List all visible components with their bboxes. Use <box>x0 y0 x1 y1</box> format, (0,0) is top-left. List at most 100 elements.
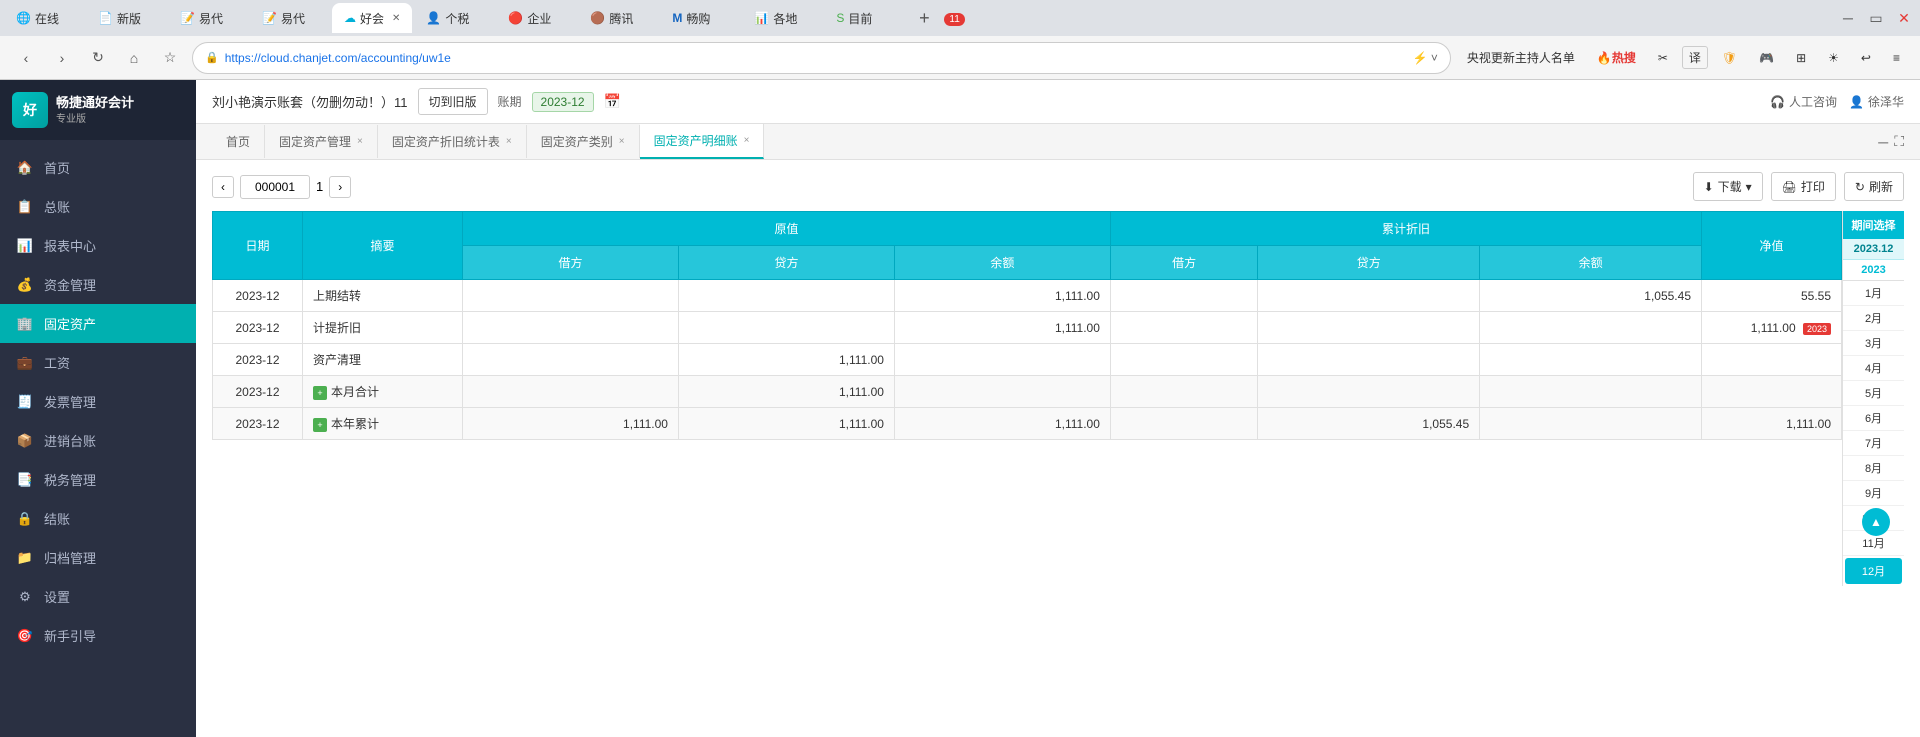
cell-net-value <box>1702 376 1842 408</box>
period-month-9[interactable]: 9月 <box>1843 481 1904 506</box>
dropdown-icon: ▾ <box>1746 180 1752 194</box>
sidebar-item-inventory[interactable]: 📦 进销台账 <box>0 421 196 460</box>
forward-button[interactable]: › <box>48 44 76 72</box>
tab-favicon: 📝 <box>180 11 195 25</box>
period-month-7[interactable]: 7月 <box>1843 431 1904 456</box>
browser-tab-muqian[interactable]: S 目前 <box>824 3 904 33</box>
tab-label: 易代 <box>199 10 223 27</box>
cell-summary: +本月合计 <box>303 376 463 408</box>
tab-close-icon[interactable]: × <box>357 136 363 147</box>
period-active-year[interactable]: 2023.12 <box>1843 239 1904 260</box>
year-badge: 2023 <box>1803 323 1831 335</box>
browser-tab-yidai1[interactable]: 📝 易代 <box>168 3 248 33</box>
sidebar-item-tax[interactable]: 📑 税务管理 <box>0 460 196 499</box>
logo-text-area: 畅捷通好会计 专业版 <box>56 95 134 126</box>
period-month-8[interactable]: 8月 <box>1843 456 1904 481</box>
sidebar-item-ledger[interactable]: 📋 总账 <box>0 187 196 226</box>
period-month-12[interactable]: 12月 <box>1845 558 1902 584</box>
table-row-annual: 2023-12 +本年累计 1,111.00 1,111.00 1,111.00… <box>213 408 1842 440</box>
sidebar-item-settings[interactable]: ⚙ 设置 <box>0 577 196 616</box>
switch-version-button[interactable]: 切到旧版 <box>418 88 488 115</box>
period-month-4[interactable]: 4月 <box>1843 356 1904 381</box>
sidebar-item-closing[interactable]: 🔒 结账 <box>0 499 196 538</box>
user-button[interactable]: 👤 徐泽华 <box>1849 93 1904 110</box>
tab-close-icon[interactable]: ✕ <box>392 13 400 24</box>
menu-btn[interactable]: ≡ <box>1885 47 1908 69</box>
maximize-button[interactable]: ▭ <box>1864 6 1888 30</box>
shield-btn[interactable]: 🛡 <box>1714 47 1745 69</box>
scissors-icon[interactable]: ✂ <box>1650 47 1676 69</box>
tab-close-icon[interactable]: × <box>619 136 625 147</box>
tab-close-icon[interactable]: × <box>506 136 512 147</box>
closing-icon: 🔒 <box>16 510 34 528</box>
period-month-6[interactable]: 6月 <box>1843 406 1904 431</box>
tab-close-active-icon[interactable]: × <box>744 135 750 146</box>
sidebar-item-payroll[interactable]: 💼 工资 <box>0 343 196 382</box>
cell-orig-credit <box>678 312 894 344</box>
home-nav-button[interactable]: ⌂ <box>120 44 148 72</box>
nav-item-label: 总账 <box>44 197 70 216</box>
bookmark-button[interactable]: ☆ <box>156 44 184 72</box>
refresh-button[interactable]: ↻ 刷新 <box>1844 172 1904 201</box>
browser-tab-online[interactable]: 🌐 在线 <box>4 3 84 33</box>
browser-tab-chang[interactable]: M 畅购 <box>660 3 740 33</box>
tab-asset-detail[interactable]: 固定资产明细账 × <box>640 124 765 159</box>
browser-tab-new[interactable]: 📄 新版 <box>86 3 166 33</box>
grid-btn[interactable]: ⊞ <box>1788 47 1814 69</box>
tab-maximize-icon[interactable]: ⛶ <box>1894 133 1904 150</box>
browser-tab-enterprise[interactable]: 🔴 企业 <box>496 3 576 33</box>
translate-btn[interactable]: 译 <box>1682 46 1708 69</box>
cell-net-value <box>1702 344 1842 376</box>
company-name: 刘小艳演示账套（勿删勿动！）11 <box>212 92 408 111</box>
browser-tab-yidai2[interactable]: 📝 易代 <box>250 3 330 33</box>
browser-tab-tencent[interactable]: 🟤 腾讯 <box>578 3 658 33</box>
cell-acc-debit <box>1110 312 1257 344</box>
address-bar[interactable]: 🔒 https://cloud.chanjet.com/accounting/u… <box>192 42 1451 74</box>
topbar: 刘小艳演示账套（勿删勿动！）11 切到旧版 账期 2023-12 📅 🎧 人工咨… <box>196 80 1920 124</box>
sidebar: 好 畅捷通好会计 专业版 🏠 首页 📋 总账 📊 报表中心 💰 资金管理 <box>0 80 196 737</box>
sidebar-item-archive[interactable]: 📁 归档管理 <box>0 538 196 577</box>
cell-acc-credit <box>1258 344 1480 376</box>
tab-home[interactable]: 首页 <box>212 125 265 158</box>
page-number-input[interactable] <box>240 175 310 199</box>
nav-item-label: 首页 <box>44 158 70 177</box>
col-acc-balance: 余额 <box>1480 246 1702 280</box>
col-net-value: 净值 <box>1702 212 1842 280</box>
browser-tab-gedie[interactable]: 📊 各地 <box>742 3 822 33</box>
next-page-button[interactable]: › <box>329 176 351 198</box>
refresh-nav-button[interactable]: ↻ <box>84 44 112 72</box>
sidebar-item-fixed-assets[interactable]: 🏢 固定资产 <box>0 304 196 343</box>
period-month-3[interactable]: 3月 <box>1843 331 1904 356</box>
minimize-button[interactable]: ─ <box>1836 6 1860 30</box>
brightness-btn[interactable]: ☀ <box>1820 47 1847 69</box>
sidebar-item-reports[interactable]: 📊 报表中心 <box>0 226 196 265</box>
new-tab-button[interactable]: + <box>910 4 938 32</box>
sidebar-item-guide[interactable]: 🎯 新手引导 <box>0 616 196 655</box>
game-btn[interactable]: 🎮 <box>1751 47 1782 69</box>
logo-sub: 专业版 <box>56 110 134 125</box>
period-month-1[interactable]: 1月 <box>1843 281 1904 306</box>
download-button[interactable]: ⬇ 下载 ▾ <box>1693 172 1763 201</box>
tab-depreciation-stats[interactable]: 固定资产折旧统计表 × <box>378 125 527 158</box>
invoice-icon: 🧾 <box>16 393 34 411</box>
back-button[interactable]: ‹ <box>12 44 40 72</box>
period-month-2[interactable]: 2月 <box>1843 306 1904 331</box>
tab-favicon: S <box>836 11 844 25</box>
browser-tab-geshui[interactable]: 👤 个税 <box>414 3 494 33</box>
tab-minimize-icon[interactable]: ─ <box>1878 134 1888 150</box>
help-button[interactable]: 🎧 人工咨询 <box>1770 93 1837 110</box>
period-year[interactable]: 2023 <box>1843 260 1904 281</box>
browser-tab-haokuai[interactable]: ☁ 好会 ✕ <box>332 3 412 33</box>
tab-fixed-asset-mgmt[interactable]: 固定资产管理 × <box>265 125 378 158</box>
sidebar-item-home[interactable]: 🏠 首页 <box>0 148 196 187</box>
scroll-up-button[interactable]: ▲ <box>1862 508 1890 536</box>
app-container: 好 畅捷通好会计 专业版 🏠 首页 📋 总账 📊 报表中心 💰 资金管理 <box>0 80 1920 737</box>
print-button[interactable]: 🖨 打印 <box>1771 172 1836 201</box>
period-month-5[interactable]: 5月 <box>1843 381 1904 406</box>
undo-btn[interactable]: ↩ <box>1853 47 1879 69</box>
tab-asset-category[interactable]: 固定资产类别 × <box>527 125 640 158</box>
sidebar-item-invoice[interactable]: 🧾 发票管理 <box>0 382 196 421</box>
close-button[interactable]: ✕ <box>1892 6 1916 30</box>
prev-page-button[interactable]: ‹ <box>212 176 234 198</box>
sidebar-item-funds[interactable]: 💰 资金管理 <box>0 265 196 304</box>
